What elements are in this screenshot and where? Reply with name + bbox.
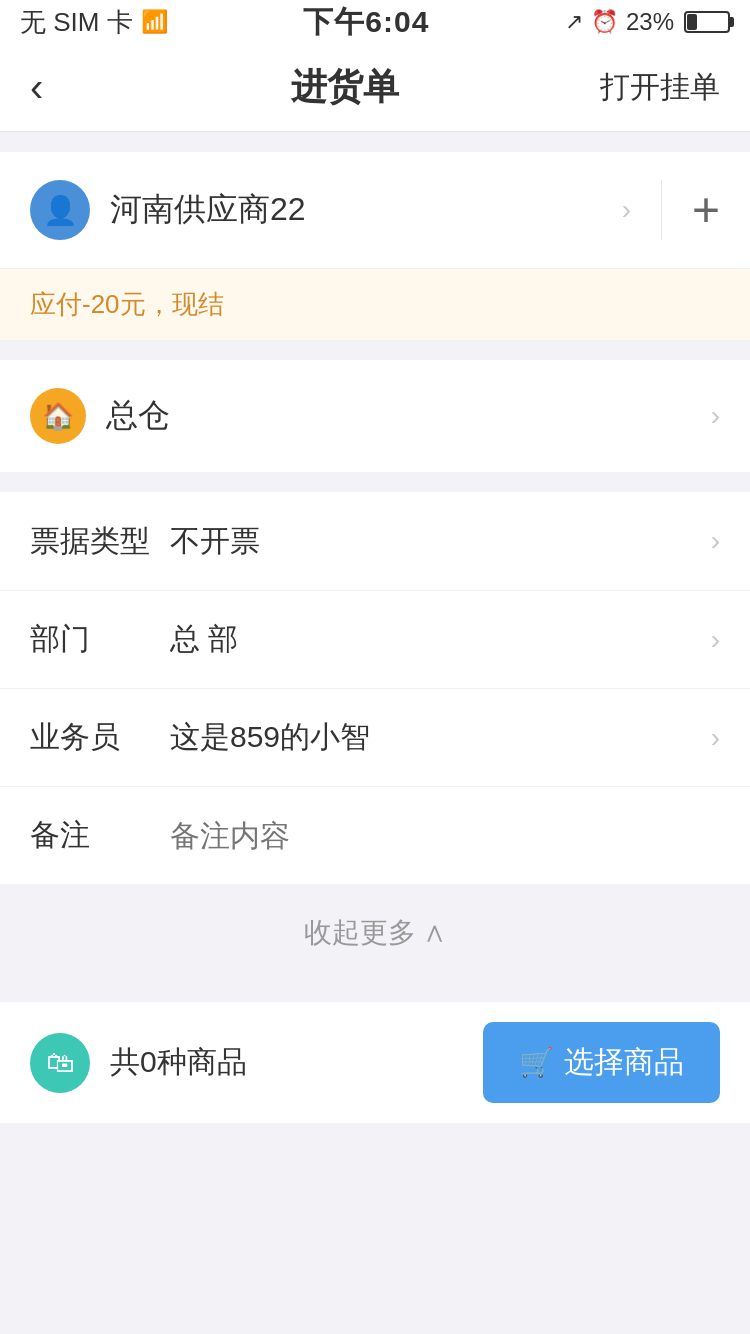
supplier-card: 👤 河南供应商22 › + 应付-20元，现结 [0,152,750,340]
avatar: 👤 [30,180,90,240]
avatar-icon: 👤 [43,194,78,227]
invoice-chevron-icon: › [711,525,720,557]
select-goods-button[interactable]: 🛒 选择商品 [483,1022,720,1103]
supplier-chevron-icon: › [622,194,631,226]
goods-bag-icon: 🛍 [46,1046,74,1079]
back-icon: ‹ [30,65,43,109]
salesman-chevron-icon: › [711,722,720,754]
page-title: 进货单 [291,63,399,112]
status-right: ↗ ⏰ 23% [565,8,730,36]
collapse-button[interactable]: 收起更多 ∧ [0,884,750,982]
goods-count: 共0种商品 [110,1042,483,1083]
department-label: 部门 [30,619,150,660]
bottom-bar: 🛍 共0种商品 🛒 选择商品 [0,1002,750,1123]
gap-1 [0,132,750,152]
invoice-row[interactable]: 票据类型 不开票 › [0,492,750,590]
form-card: 票据类型 不开票 › 部门 总 部 › 业务员 这是859的小智 › 备注 [0,492,750,884]
status-bar: 无 SIM 卡 📶 下午6:04 ↗ ⏰ 23% [0,0,750,44]
wifi-icon: 📶 [141,9,168,35]
location-icon: ↗ [565,9,583,35]
content-area: 👤 河南供应商22 › + 应付-20元，现结 🏠 总仓 › 票据类型 不开票 … [0,132,750,1334]
battery-fill [687,14,697,30]
department-chevron-icon: › [711,624,720,656]
status-time: 下午6:04 [303,2,429,43]
remark-row[interactable]: 备注 [0,786,750,884]
notice-bar: 应付-20元，现结 [0,269,750,340]
add-supplier-button[interactable]: + [692,186,720,234]
collapse-label: 收起更多 ∧ [304,917,447,948]
select-btn-label: 选择商品 [564,1042,684,1083]
warehouse-row[interactable]: 🏠 总仓 › [0,360,750,472]
warehouse-chevron-icon: › [711,400,720,432]
open-pending-button[interactable]: 打开挂单 [600,67,720,108]
nav-bar: ‹ 进货单 打开挂单 [0,44,750,132]
battery-icon [684,11,730,33]
gap-3 [0,472,750,492]
department-row[interactable]: 部门 总 部 › [0,590,750,688]
department-value: 总 部 [150,619,711,660]
invoice-label: 票据类型 [30,521,150,562]
gap-2 [0,340,750,360]
battery-percent: 23% [626,8,674,36]
remark-input[interactable] [150,819,720,853]
supplier-name: 河南供应商22 [110,188,622,232]
status-carrier: 无 SIM 卡 📶 [20,5,168,40]
select-icon: 🛒 [519,1046,554,1079]
goods-icon: 🛍 [30,1033,90,1093]
back-button[interactable]: ‹ [30,65,90,110]
supplier-divider [661,180,662,240]
invoice-value: 不开票 [150,521,711,562]
supplier-row[interactable]: 👤 河南供应商22 › + [0,152,750,269]
salesman-row[interactable]: 业务员 这是859的小智 › [0,688,750,786]
remark-label: 备注 [30,815,150,856]
notice-text: 应付-20元，现结 [30,289,224,319]
warehouse-icon: 🏠 [30,388,86,444]
carrier-text: 无 SIM 卡 [20,5,133,40]
alarm-icon: ⏰ [591,9,618,35]
warehouse-name: 总仓 [106,394,711,438]
salesman-label: 业务员 [30,717,150,758]
salesman-value: 这是859的小智 [150,717,711,758]
warehouse-card: 🏠 总仓 › [0,360,750,472]
